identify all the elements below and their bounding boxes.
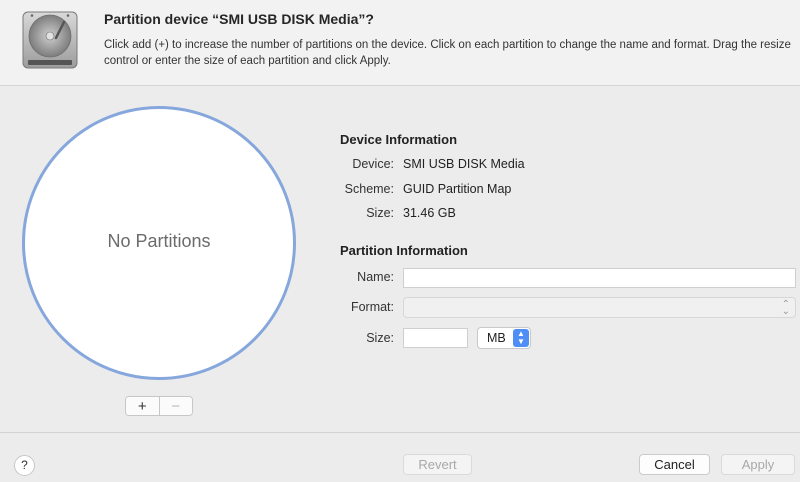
partition-info-heading: Partition Information — [340, 243, 468, 258]
revert-button[interactable]: Revert — [403, 454, 472, 475]
scheme-label: Scheme: — [344, 182, 394, 196]
hard-disk-icon — [22, 11, 78, 69]
size-unit-select[interactable]: MB ▲ ▼ — [477, 327, 531, 349]
size-label: Size: — [366, 206, 394, 220]
format-label: Format: — [350, 300, 394, 314]
device-value: SMI USB DISK Media — [403, 157, 525, 171]
footer-divider — [0, 432, 800, 433]
partition-pie-chart[interactable]: No Partitions — [22, 106, 296, 380]
up-down-chevron-icon: ⌃ ⌄ — [781, 299, 790, 317]
size-value: 31.46 GB — [403, 206, 456, 220]
remove-partition-button[interactable]: − — [158, 397, 192, 415]
device-info-heading: Device Information — [340, 132, 458, 147]
add-partition-button[interactable]: + — [126, 397, 159, 415]
up-down-chevron-icon: ▲ ▼ — [513, 329, 529, 347]
dialog-description: Click add (+) to increase the number of … — [104, 39, 791, 67]
pie-empty-label: No Partitions — [107, 231, 211, 251]
format-select[interactable]: ⌃ ⌄ — [403, 297, 796, 318]
partition-dialog: Partition device “SMI USB DISK Media”? C… — [0, 0, 800, 482]
device-label: Device: — [352, 157, 394, 171]
partition-name-input[interactable] — [403, 268, 796, 288]
partition-size-label: Size: — [366, 331, 394, 345]
help-button[interactable]: ? — [14, 455, 35, 476]
scheme-value: GUID Partition Map — [403, 182, 512, 196]
partition-add-remove-control: + − — [125, 396, 193, 416]
dialog-header: Partition device “SMI USB DISK Media”? C… — [0, 0, 800, 86]
dialog-title: Partition device “SMI USB DISK Media”? — [104, 11, 374, 27]
name-label: Name: — [357, 270, 394, 284]
partition-size-input[interactable] — [403, 328, 468, 348]
size-unit-value: MB — [487, 331, 506, 345]
cancel-button[interactable]: Cancel — [639, 454, 710, 475]
apply-button[interactable]: Apply — [721, 454, 795, 475]
